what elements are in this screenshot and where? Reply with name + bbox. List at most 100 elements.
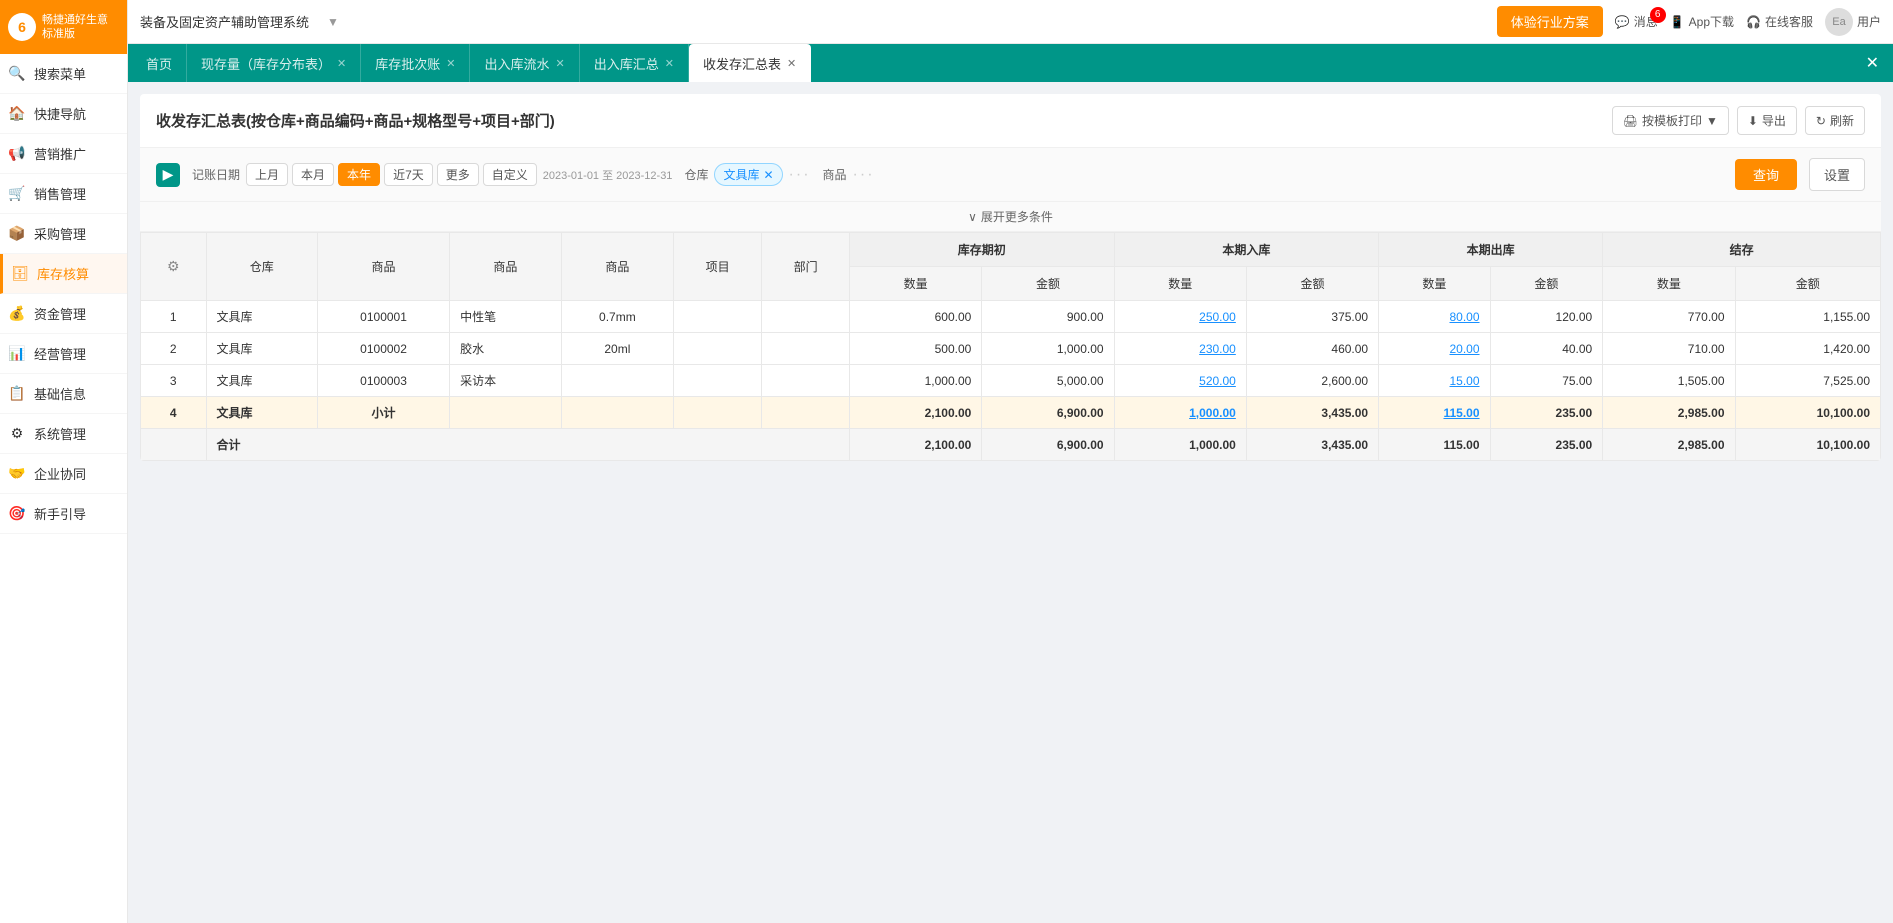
sidebar-item-basicinfo[interactable]: 📋 基础信息 <box>0 374 127 414</box>
expand-more-row: ∨ 展开更多条件 <box>140 202 1881 232</box>
total-label: 合计 <box>206 429 850 461</box>
row-code: 0100001 <box>317 301 449 333</box>
tab-home[interactable]: 首页 <box>132 44 187 82</box>
finance-icon: 💰 <box>8 305 26 323</box>
subtotal-out-qty[interactable]: 115.00 <box>1379 397 1490 429</box>
subtotal-balance-amt: 10,100.00 <box>1735 397 1881 429</box>
sidebar-item-guide[interactable]: 🎯 新手引导 <box>0 494 127 534</box>
row-out-qty[interactable]: 20.00 <box>1379 333 1490 365</box>
content-area: 收发存汇总表(按仓库+商品编码+商品+规格型号+项目+部门) 🖨 按模板打印 ▼… <box>128 82 1893 923</box>
col-name-header: 商品 <box>450 233 561 301</box>
filter-toggle-btn[interactable]: ▶ <box>156 163 180 187</box>
warehouse-tag-close[interactable]: ✕ <box>763 168 773 182</box>
sidebar-item-system[interactable]: ⚙ 系统管理 <box>0 414 127 454</box>
date-btn-more[interactable]: 更多 <box>437 163 479 186</box>
tab-close-icon[interactable]: ✕ <box>337 57 346 70</box>
tab-batch[interactable]: 库存批次账 ✕ <box>361 44 470 82</box>
tab-close-icon[interactable]: ✕ <box>556 57 565 70</box>
row-out-qty[interactable]: 80.00 <box>1379 301 1490 333</box>
col-in-group: 本期入库 <box>1114 233 1379 267</box>
col-out-amt: 金额 <box>1490 267 1603 301</box>
date-btn-this-year[interactable]: 本年 <box>338 163 380 186</box>
row-seq: 3 <box>141 365 207 397</box>
export-btn[interactable]: ⬇ 导出 <box>1737 106 1797 135</box>
tab-close-icon[interactable]: ✕ <box>787 57 796 70</box>
warehouse-tag[interactable]: 文具库 ✕ <box>714 163 782 186</box>
date-btn-this-month[interactable]: 本月 <box>292 163 334 186</box>
subtotal-in-qty[interactable]: 1,000.00 <box>1114 397 1246 429</box>
col-balance-amt: 金额 <box>1735 267 1881 301</box>
sidebar-item-search[interactable]: 🔍 搜索菜单 <box>0 54 127 94</box>
subtotal-empty1 <box>450 397 561 429</box>
tab-label: 现存量（库存分布表） <box>201 54 331 73</box>
sidebar-item-label: 库存核算 <box>37 264 89 283</box>
sidebar-item-sales[interactable]: 🛒 销售管理 <box>0 174 127 214</box>
query-button[interactable]: 查询 <box>1735 159 1797 190</box>
date-btn-custom[interactable]: 自定义 <box>483 163 537 186</box>
row-in-amt: 375.00 <box>1246 301 1378 333</box>
tab-inventory-dist[interactable]: 现存量（库存分布表） ✕ <box>187 44 361 82</box>
row-in-qty[interactable]: 250.00 <box>1114 301 1246 333</box>
col-project-header: 项目 <box>674 233 762 301</box>
system-name: 装备及固定资产辅助管理系统 <box>140 12 309 31</box>
print-btn[interactable]: 🖨 按模板打印 ▼ <box>1612 106 1729 135</box>
app-download-action[interactable]: 📱 App下载 <box>1670 13 1734 30</box>
expand-more-btn[interactable]: ∨ 展开更多条件 <box>968 208 1053 225</box>
sidebar: 6 畅捷通好生意 标准版 🔍 搜索菜单 🏠 快捷导航 📢 营销推广 🛒 销售管理… <box>0 0 128 923</box>
date-btn-7days[interactable]: 近7天 <box>384 163 433 186</box>
online-service-label: 在线客服 <box>1765 13 1813 30</box>
total-opening-amt: 6,900.00 <box>982 429 1114 461</box>
row-opening-amt: 900.00 <box>982 301 1114 333</box>
warehouse-filter-group: 仓库 文具库 ✕ ··· <box>684 163 810 186</box>
subtotal-row: 4 文具库 小计 2,100.00 6,900.00 1,000.00 3,43… <box>141 397 1881 429</box>
sidebar-item-inventory[interactable]: 🗄 库存核算 <box>0 254 127 294</box>
row-warehouse: 文具库 <box>206 333 317 365</box>
message-action[interactable]: 💬 消息 6 <box>1615 13 1658 30</box>
col-in-qty: 数量 <box>1114 267 1246 301</box>
search-icon: 🔍 <box>8 65 26 83</box>
export-icon: ⬇ <box>1748 114 1758 128</box>
row-seq: 1 <box>141 301 207 333</box>
refresh-btn[interactable]: ↻ 刷新 <box>1805 106 1865 135</box>
date-filter-group: 记账日期 上月 本月 本年 近7天 更多 自定义 2023-01-01 至 20… <box>192 163 672 186</box>
row-project <box>674 333 762 365</box>
row-dept <box>762 333 850 365</box>
user-action[interactable]: Ea 用户 <box>1825 8 1881 36</box>
main-area: 装备及固定资产辅助管理系统 ▼ 体验行业方案 💬 消息 6 📱 App下载 🎧 … <box>128 0 1893 923</box>
row-out-qty[interactable]: 15.00 <box>1379 365 1490 397</box>
row-dept <box>762 301 850 333</box>
settings-button[interactable]: 设置 <box>1809 158 1865 191</box>
logo-text: 畅捷通好生意 标准版 <box>42 13 108 42</box>
system-dropdown-icon[interactable]: ▼ <box>327 15 339 29</box>
tab-close-icon[interactable]: ✕ <box>446 57 455 70</box>
column-settings-icon[interactable]: ⚙ <box>167 258 180 274</box>
row-seq: 2 <box>141 333 207 365</box>
product-label: 商品 <box>823 166 847 183</box>
tab-close-icon[interactable]: ✕ <box>665 57 674 70</box>
tab-flow[interactable]: 出入库流水 ✕ <box>470 44 579 82</box>
home-icon: 🏠 <box>8 105 26 123</box>
sidebar-item-marketing[interactable]: 📢 营销推广 <box>0 134 127 174</box>
sidebar-item-finance[interactable]: 💰 资金管理 <box>0 294 127 334</box>
tab-summary[interactable]: 出入库汇总 ✕ <box>580 44 689 82</box>
row-in-qty[interactable]: 230.00 <box>1114 333 1246 365</box>
sidebar-item-quicknav[interactable]: 🏠 快捷导航 <box>0 94 127 134</box>
subtotal-empty4 <box>762 397 850 429</box>
row-balance-amt: 1,420.00 <box>1735 333 1881 365</box>
user-label: 用户 <box>1857 13 1881 30</box>
sidebar-item-label: 企业协同 <box>34 464 86 483</box>
row-in-qty[interactable]: 520.00 <box>1114 365 1246 397</box>
online-service-action[interactable]: 🎧 在线客服 <box>1746 13 1813 30</box>
row-in-amt: 2,600.00 <box>1246 365 1378 397</box>
close-all-icon[interactable]: ✕ <box>1856 53 1889 73</box>
sidebar-item-operations[interactable]: 📊 经营管理 <box>0 334 127 374</box>
sidebar-item-purchase[interactable]: 📦 采购管理 <box>0 214 127 254</box>
sidebar-item-enterprise[interactable]: 🤝 企业协同 <box>0 454 127 494</box>
date-range-display: 2023-01-01 至 2023-12-31 <box>543 167 673 183</box>
tab-label: 出入库流水 <box>484 54 549 73</box>
warehouse-dots[interactable]: ··· <box>789 166 811 184</box>
tab-receive-send[interactable]: 收发存汇总表 ✕ <box>689 44 811 82</box>
date-btn-last-month[interactable]: 上月 <box>246 163 288 186</box>
experience-btn[interactable]: 体验行业方案 <box>1497 6 1603 37</box>
product-dots[interactable]: ··· <box>853 166 875 184</box>
